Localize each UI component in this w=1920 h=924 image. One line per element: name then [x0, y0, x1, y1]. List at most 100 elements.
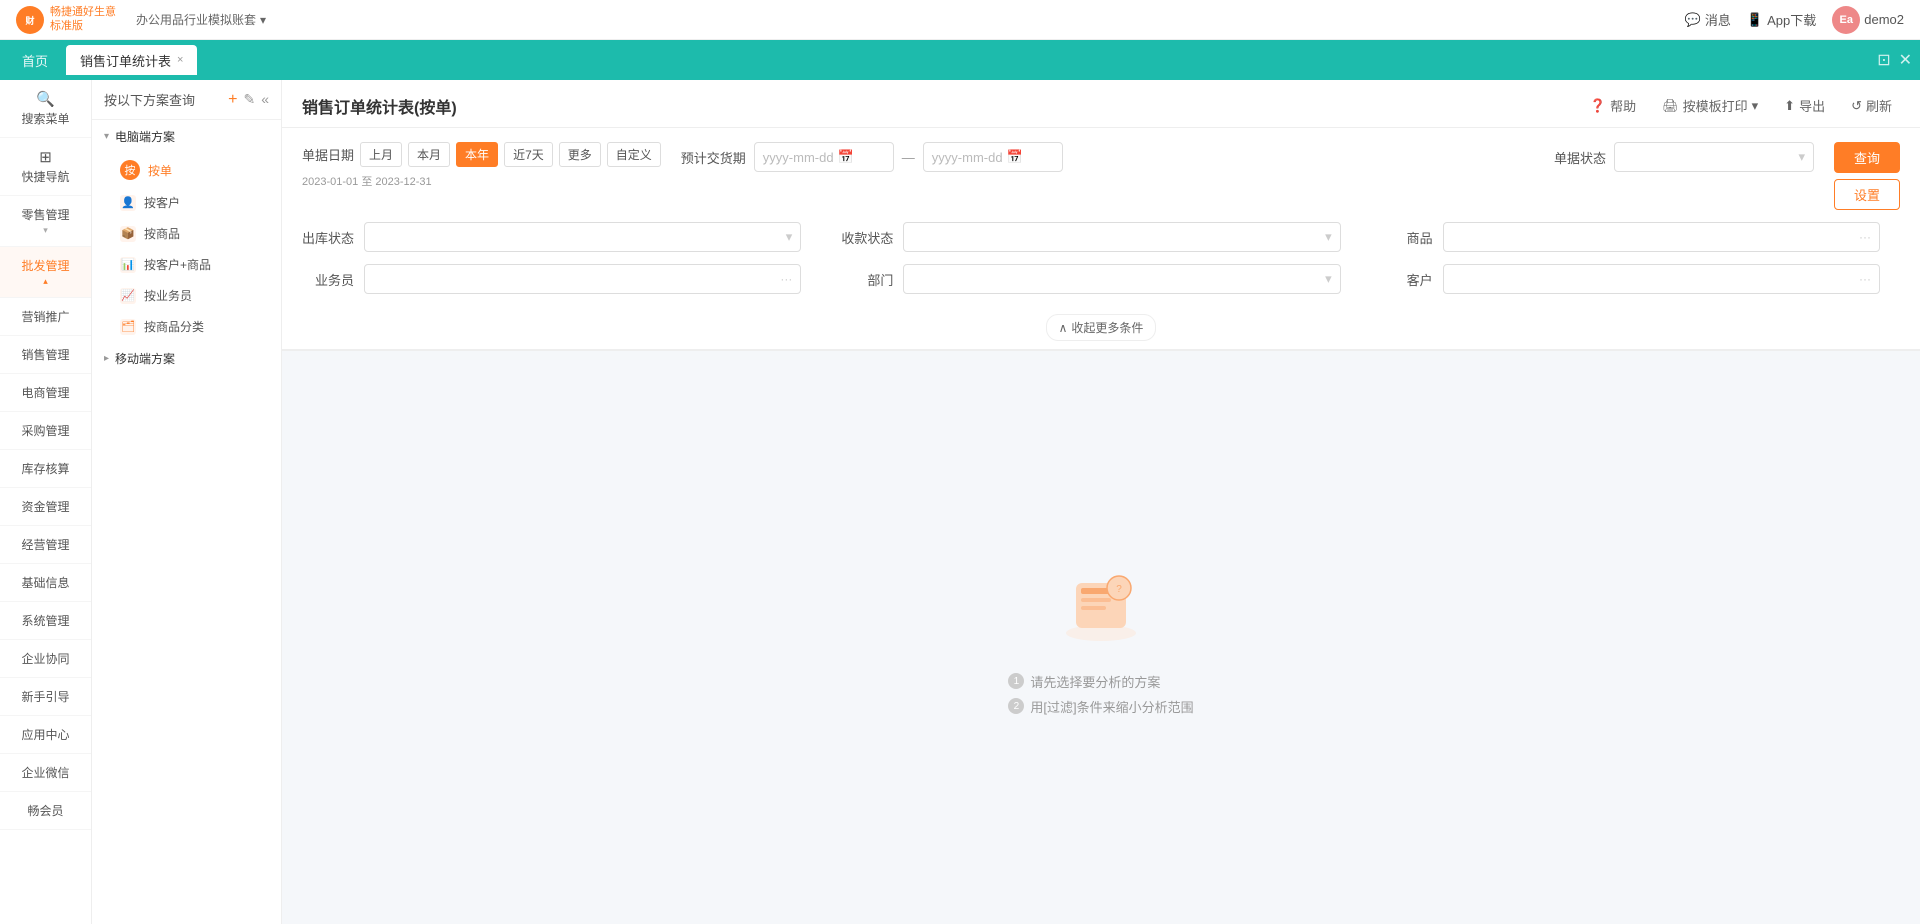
logo-text: 畅捷通好生意 标准版 — [50, 6, 116, 32]
logo-icon: 财 — [16, 6, 44, 34]
template-print-button[interactable]: 🖨 按模板打印 ▾ — [1654, 92, 1766, 119]
scheme-item-by-goods-category[interactable]: 🗂 按商品分类 — [92, 311, 281, 342]
date-btn-this-year[interactable]: 本年 — [456, 142, 498, 167]
refresh-icon: ↺ — [1851, 98, 1862, 114]
empty-tip-2: 2 用[过滤]条件来缩小分析范围 — [1008, 697, 1193, 716]
customer-goods-scheme-icon: 📊 — [120, 257, 136, 273]
active-scheme-indicator: 按 — [120, 160, 140, 180]
sidebar-item-wechat[interactable]: 企业微信 — [0, 754, 91, 792]
query-button[interactable]: 查询 — [1834, 142, 1900, 173]
sidebar-item-basic[interactable]: 基础信息 — [0, 564, 91, 602]
help-button[interactable]: ❓ 帮助 — [1582, 92, 1644, 119]
goods-scheme-icon: 📦 — [120, 226, 136, 242]
empty-svg: ? — [1051, 553, 1151, 653]
date-btn-this-month[interactable]: 本月 — [408, 142, 450, 167]
salesperson-input[interactable]: ··· — [364, 264, 801, 294]
scheme-item-by-order[interactable]: 按 按单 — [92, 153, 281, 187]
tab-sales-order[interactable]: 销售订单统计表 × — [66, 45, 197, 75]
chevron-down-icon: ▾ — [1752, 98, 1759, 114]
customer-input[interactable]: ··· — [1443, 264, 1880, 294]
settings-button[interactable]: 设置 — [1834, 179, 1900, 210]
filter-row-3: 业务员 ··· 部门 ▾ — [302, 264, 1900, 294]
sidebar-item-quick-nav[interactable]: ⊞ 快捷导航 — [0, 138, 91, 196]
pc-group-title[interactable]: ▾ 电脑端方案 — [92, 120, 281, 153]
scheme-item-by-goods[interactable]: 📦 按商品 — [92, 218, 281, 249]
status-select[interactable]: ▾ — [1614, 142, 1814, 172]
download-icon: 📱 — [1747, 12, 1763, 28]
chevron-down-icon: ▾ — [1325, 271, 1332, 287]
scheme-item-by-salesperson[interactable]: 📈 按业务员 — [92, 280, 281, 311]
refresh-button[interactable]: ↺ 刷新 — [1843, 92, 1900, 119]
sidebar-item-marketing[interactable]: 营销推广 — [0, 298, 91, 336]
sidebar-item-enterprise[interactable]: 企业协同 — [0, 640, 91, 678]
main-layout: 🔍 搜索菜单 ⊞ 快捷导航 零售管理 ▾ 批发管理 ▴ 营销推广 销售管理 电商… — [0, 80, 1920, 924]
window-restore-icon[interactable]: ⊡ — [1877, 50, 1890, 70]
delivery-field: 出库状态 ▾ — [302, 222, 821, 252]
page-header: 销售订单统计表(按单) ❓ 帮助 🖨 按模板打印 ▾ ⬆ 导出 — [282, 80, 1920, 128]
expected-date-start[interactable]: yyyy-mm-dd 📅 — [754, 142, 894, 172]
date-btn-last-month[interactable]: 上月 — [360, 142, 402, 167]
date-range-text: 2023-01-01 至 2023-12-31 — [302, 173, 661, 189]
date-btn-custom[interactable]: 自定义 — [607, 142, 661, 167]
sidebar-item-member[interactable]: 畅会员 — [0, 792, 91, 830]
page-actions: ❓ 帮助 🖨 按模板打印 ▾ ⬆ 导出 ↺ 刷新 — [1582, 92, 1900, 119]
app-download-button[interactable]: 📱 App下载 — [1747, 10, 1816, 29]
sidebar-item-finance[interactable]: 资金管理 — [0, 488, 91, 526]
empty-state: ? 1 请先选择要分析的方案 2 用[过滤]条件来缩小分析范围 — [282, 351, 1920, 924]
sidebar-item-purchase[interactable]: 采购管理 — [0, 412, 91, 450]
tab-bar-right: ⊡ ✕ — [1877, 50, 1912, 70]
edit-scheme-icon[interactable]: ✎ — [243, 91, 255, 109]
department-select[interactable]: ▾ — [903, 264, 1340, 294]
filter-inner: 单据日期 上月 本月 本年 近7天 更多 自定义 2023-01-01 至 20… — [282, 128, 1920, 294]
sidebar-item-operations[interactable]: 经营管理 — [0, 526, 91, 564]
empty-illustration: ? — [1051, 553, 1151, 656]
empty-tips: 1 请先选择要分析的方案 2 用[过滤]条件来缩小分析范围 — [1008, 672, 1193, 722]
calendar-icon: 📅 — [838, 149, 854, 165]
payment-select[interactable]: ▾ — [903, 222, 1340, 252]
sidebar-item-retail[interactable]: 零售管理 ▾ — [0, 196, 91, 247]
scheme-panel-actions: + ✎ « — [228, 91, 269, 109]
sidebar-item-ecommerce[interactable]: 电商管理 — [0, 374, 91, 412]
tab-close-icon[interactable]: × — [177, 54, 183, 66]
tab-home[interactable]: 首页 — [8, 45, 62, 75]
goods-input[interactable]: ··· — [1443, 222, 1880, 252]
expected-date-end[interactable]: yyyy-mm-dd 📅 — [923, 142, 1063, 172]
sidebar-item-system[interactable]: 系统管理 — [0, 602, 91, 640]
delivery-select[interactable]: ▾ — [364, 222, 801, 252]
chevron-down-icon: ▾ — [260, 13, 266, 27]
collapse-icon: ∧ — [1059, 321, 1068, 335]
chevron-down-icon: ▾ — [786, 229, 793, 245]
add-scheme-icon[interactable]: + — [228, 91, 237, 109]
avatar: Ea — [1832, 6, 1860, 34]
collapse-button[interactable]: ∧ 收起更多条件 — [1046, 314, 1157, 341]
sidebar-item-newbie[interactable]: 新手引导 — [0, 678, 91, 716]
customer-field: 客户 ··· — [1381, 264, 1900, 294]
date-btn-last-7days[interactable]: 近7天 — [504, 142, 553, 167]
export-icon: ⬆ — [1784, 98, 1795, 114]
collapse-bar: ∧ 收起更多条件 — [282, 306, 1920, 350]
user-profile[interactable]: Ea demo2 — [1832, 6, 1904, 34]
messages-button[interactable]: 💬 消息 — [1685, 10, 1731, 29]
filter-area: 单据日期 上月 本月 本年 近7天 更多 自定义 2023-01-01 至 20… — [282, 128, 1920, 351]
payment-field: 收款状态 ▾ — [841, 222, 1360, 252]
search-icon: 🔍 — [36, 90, 55, 108]
chevron-down-icon: ▾ — [43, 225, 48, 236]
chevron-down-icon: ▾ — [1798, 149, 1805, 165]
date-btn-more[interactable]: 更多 — [559, 142, 601, 167]
app-selector[interactable]: 办公用品行业模拟账套 ▾ — [136, 11, 266, 28]
sidebar-item-sales[interactable]: 销售管理 — [0, 336, 91, 374]
arrow-right-icon: ▸ — [104, 353, 109, 364]
main-content: 销售订单统计表(按单) ❓ 帮助 🖨 按模板打印 ▾ ⬆ 导出 — [282, 80, 1920, 924]
sidebar-item-apps[interactable]: 应用中心 — [0, 716, 91, 754]
sidebar-item-inventory[interactable]: 库存核算 — [0, 450, 91, 488]
svg-text:财: 财 — [24, 15, 34, 26]
mobile-group-title[interactable]: ▸ 移动端方案 — [92, 342, 281, 375]
window-close-icon[interactable]: ✕ — [1899, 50, 1912, 70]
empty-tip-1: 1 请先选择要分析的方案 — [1008, 672, 1193, 691]
sidebar-item-search[interactable]: 🔍 搜索菜单 — [0, 80, 91, 138]
collapse-scheme-icon[interactable]: « — [261, 91, 269, 109]
scheme-item-by-customer-goods[interactable]: 📊 按客户+商品 — [92, 249, 281, 280]
scheme-item-by-customer[interactable]: 👤 按客户 — [92, 187, 281, 218]
export-button[interactable]: ⬆ 导出 — [1776, 92, 1833, 119]
sidebar-item-wholesale[interactable]: 批发管理 ▴ — [0, 247, 91, 298]
